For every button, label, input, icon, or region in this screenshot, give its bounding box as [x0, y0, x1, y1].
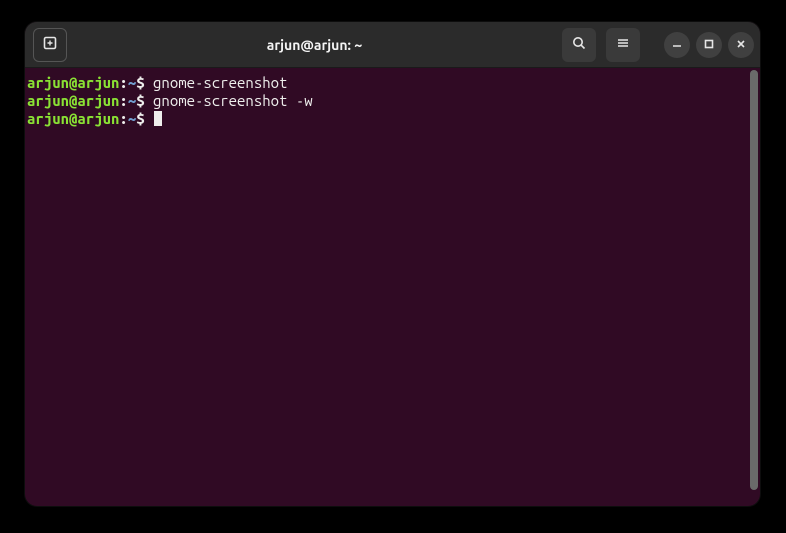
- titlebar-left: [31, 28, 69, 62]
- terminal-window: arjun@arjun: ~: [25, 22, 760, 506]
- cursor: [154, 111, 162, 126]
- terminal-line: arjun@arjun:~$: [27, 110, 758, 128]
- terminal-content: arjun@arjun:~$ gnome-screenshot arjun@ar…: [27, 74, 758, 128]
- titlebar: arjun@arjun: ~: [25, 22, 760, 68]
- scrollbar[interactable]: [750, 70, 758, 490]
- minimize-button[interactable]: [664, 32, 690, 58]
- terminal-area[interactable]: arjun@arjun:~$ gnome-screenshot arjun@ar…: [25, 68, 760, 506]
- prompt-path: ~: [128, 110, 136, 127]
- scrollbar-thumb[interactable]: [750, 70, 758, 490]
- window-title: arjun@arjun: ~: [69, 37, 560, 53]
- prompt-user: arjun@arjun: [27, 92, 119, 109]
- hamburger-icon: [615, 35, 631, 55]
- close-icon: [735, 36, 747, 54]
- menu-button[interactable]: [606, 28, 640, 62]
- titlebar-right: [560, 28, 754, 62]
- search-icon: [571, 35, 587, 55]
- new-tab-icon: [42, 35, 58, 55]
- maximize-icon: [703, 36, 715, 54]
- maximize-button[interactable]: [696, 32, 722, 58]
- close-button[interactable]: [728, 32, 754, 58]
- terminal-line: arjun@arjun:~$ gnome-screenshot: [27, 74, 758, 92]
- terminal-line: arjun@arjun:~$ gnome-screenshot -w: [27, 92, 758, 110]
- prompt-path: ~: [128, 92, 136, 109]
- new-tab-button[interactable]: [33, 28, 67, 62]
- prompt-sep: :: [119, 110, 127, 127]
- prompt-sep: :: [119, 92, 127, 109]
- command-text: gnome-screenshot: [145, 74, 288, 91]
- minimize-icon: [671, 36, 683, 54]
- command-text: [145, 110, 153, 127]
- prompt-user: arjun@arjun: [27, 110, 119, 127]
- prompt-sep: :: [119, 74, 127, 91]
- prompt-symbol: $: [136, 110, 144, 127]
- prompt-path: ~: [128, 74, 136, 91]
- prompt-symbol: $: [136, 92, 144, 109]
- prompt-symbol: $: [136, 74, 144, 91]
- prompt-user: arjun@arjun: [27, 74, 119, 91]
- command-text: gnome-screenshot -w: [145, 92, 313, 109]
- search-button[interactable]: [562, 28, 596, 62]
